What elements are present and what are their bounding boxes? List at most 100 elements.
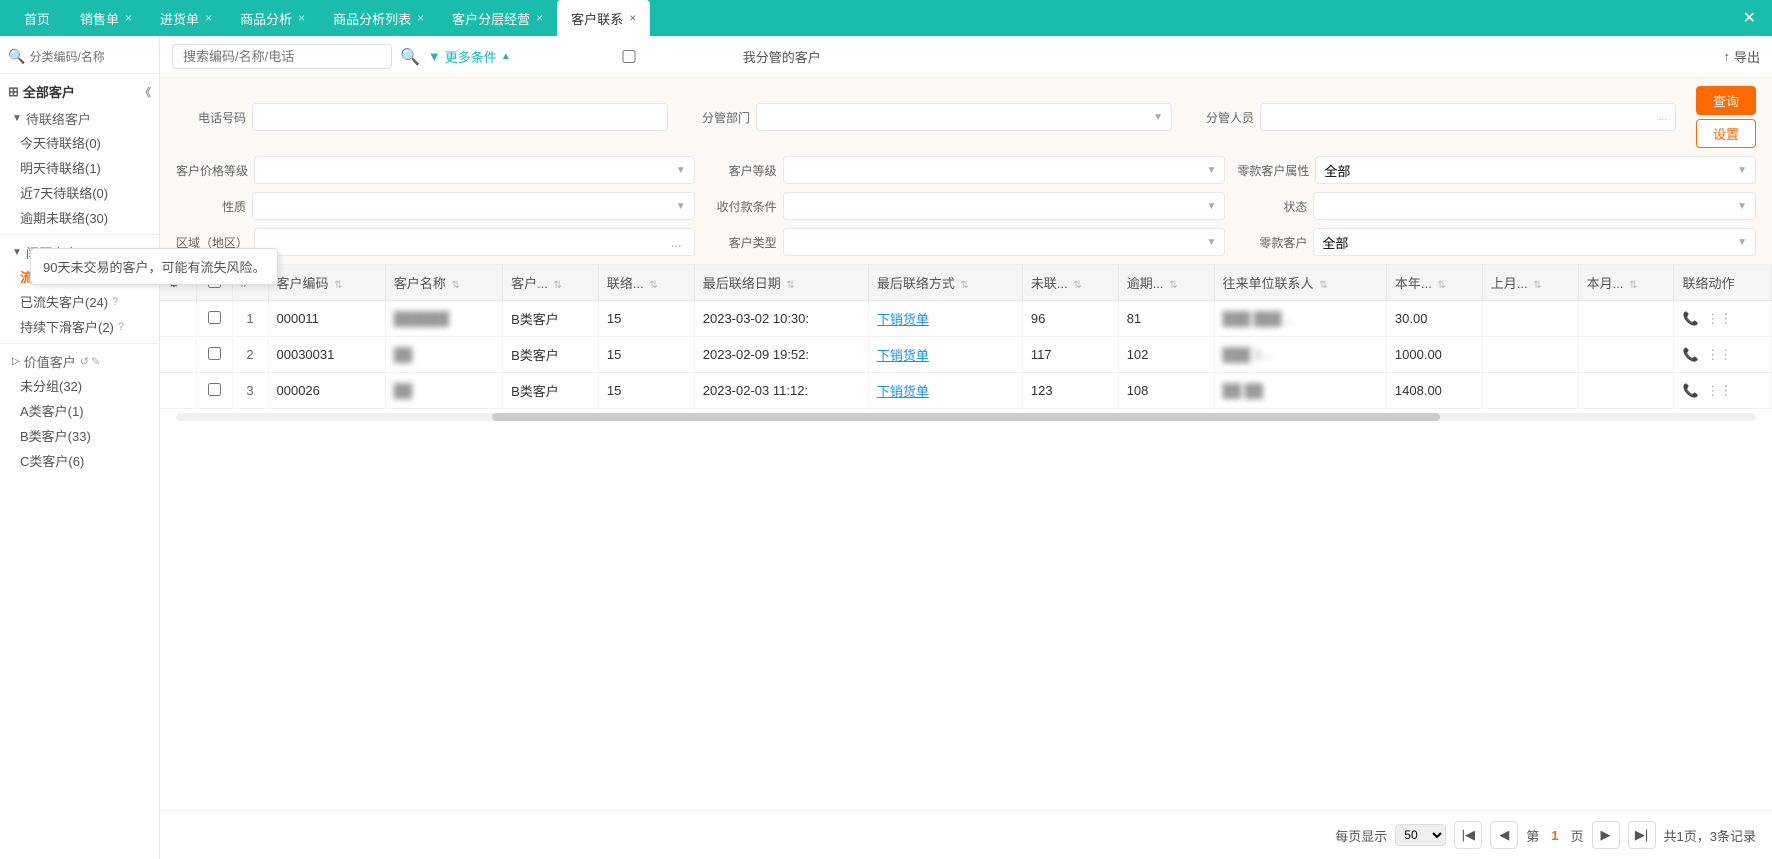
th-name[interactable]: 客户名称 ⇅: [385, 265, 502, 301]
phone-input[interactable]: [252, 103, 668, 131]
sidebar-item-declining[interactable]: 持续下滑客户(2) ?: [0, 314, 159, 339]
all-customers-label: 全部客户: [23, 82, 75, 101]
region-more[interactable]: ...: [667, 235, 686, 250]
sidebar-all-customers[interactable]: ⊞ 全部客户 《: [0, 78, 159, 105]
search-button[interactable]: 🔍: [400, 47, 420, 67]
tab-purchase[interactable]: 进货单 ×: [146, 0, 226, 36]
sidebar-item-7days[interactable]: 近7天待联络(0): [0, 180, 159, 205]
customer-type-select[interactable]: ▼: [783, 228, 1226, 256]
last-page-btn[interactable]: ▶|: [1628, 821, 1656, 849]
td-checkbox-1[interactable]: [196, 337, 232, 373]
tab-home[interactable]: 首页: [8, 0, 66, 36]
zero-customer-select[interactable]: 全部 ▼: [1313, 228, 1756, 256]
sidebar-item-today[interactable]: 今天待联络(0): [0, 130, 159, 155]
th-code[interactable]: 客户编码 ⇅: [268, 265, 385, 301]
tab-customer-tier-close[interactable]: ×: [536, 11, 543, 25]
th-last-date[interactable]: 最后联络日期 ⇅: [694, 265, 868, 301]
payment-select[interactable]: ▼: [783, 192, 1226, 220]
search-input[interactable]: [172, 44, 392, 69]
customer-table: ⚙ # 客户编码 ⇅ 客户名称 ⇅: [160, 265, 1772, 409]
dept-select[interactable]: ▼: [756, 103, 1172, 131]
scrollbar-thumb[interactable]: [492, 413, 1440, 421]
row-checkbox-0[interactable]: [208, 311, 221, 324]
status-select[interactable]: ▼: [1313, 192, 1756, 220]
sidebar-item-tomorrow[interactable]: 明天待联络(1): [0, 155, 159, 180]
th-unit-contact[interactable]: 往来单位联系人 ⇅: [1214, 265, 1386, 301]
action-phone-icon-1[interactable]: 📞: [1682, 347, 1698, 362]
tab-analysis-close[interactable]: ×: [298, 11, 305, 25]
gender-select[interactable]: ▼: [252, 192, 695, 220]
price-grade-select[interactable]: ▼: [254, 156, 695, 184]
td-checkbox-0[interactable]: [196, 301, 232, 337]
td-action-2[interactable]: 📞 ⋮⋮: [1674, 373, 1772, 409]
td-contact-0: 15: [598, 301, 694, 337]
tab-sales[interactable]: 销售单 ×: [66, 0, 146, 36]
action-more-icon-2[interactable]: ⋮⋮: [1706, 383, 1732, 398]
th-overdue[interactable]: 逾期... ⇅: [1118, 265, 1214, 301]
sidebar-item-class-a[interactable]: A类客户(1): [0, 398, 159, 423]
window-close-button[interactable]: ✕: [1735, 8, 1764, 28]
sidebar-item-overdue[interactable]: 逾期未联络(30): [0, 205, 159, 230]
action-phone-icon-0[interactable]: 📞: [1682, 311, 1698, 326]
sidebar-section-value[interactable]: ▷ 价值客户 ↺ ✎: [0, 348, 159, 373]
prev-page-btn[interactable]: ◀: [1490, 821, 1518, 849]
query-button[interactable]: 查询: [1696, 86, 1756, 115]
refresh-icon[interactable]: ↺: [80, 355, 89, 368]
filter-field-dept: 分管部门 ▼: [680, 103, 1172, 131]
th-last-month[interactable]: 上月... ⇅: [1482, 265, 1578, 301]
action-more-icon-1[interactable]: ⋮⋮: [1706, 347, 1732, 362]
table-row: 1 000011 ██████ B类客户 15 2023-03-02 10:30…: [160, 301, 1772, 337]
next-page-btn[interactable]: ▶: [1592, 821, 1620, 849]
more-conditions-button[interactable]: ▼ 更多条件 ▲: [428, 47, 511, 66]
td-last-method-2[interactable]: 下销货单: [868, 373, 1022, 409]
td-last-method-1[interactable]: 下销货单: [868, 337, 1022, 373]
tab-customer-tier[interactable]: 客户分层经营 ×: [438, 0, 557, 36]
th-contact[interactable]: 联络... ⇅: [598, 265, 694, 301]
tab-analysis[interactable]: 商品分析 ×: [226, 0, 319, 36]
row-checkbox-2[interactable]: [208, 383, 221, 396]
horizontal-scrollbar[interactable]: [176, 413, 1756, 421]
sidebar-item-ungroup[interactable]: 未分组(32): [0, 373, 159, 398]
tab-customer-contact-close[interactable]: ×: [629, 11, 636, 25]
tab-customer-contact[interactable]: 客户联系 ×: [557, 0, 650, 36]
first-page-btn[interactable]: |◀: [1454, 821, 1482, 849]
settings-button[interactable]: 设置: [1696, 119, 1756, 148]
td-action-1[interactable]: 📞 ⋮⋮: [1674, 337, 1772, 373]
sidebar-item-class-b[interactable]: B类客户(33): [0, 423, 159, 448]
my-customer-checkbox[interactable]: 我分管的客户: [519, 47, 821, 66]
my-customer-check[interactable]: [519, 50, 739, 63]
tab-analysis-list-close[interactable]: ×: [417, 11, 424, 25]
th-this-month[interactable]: 本月... ⇅: [1578, 265, 1674, 301]
manager-select[interactable]: ...: [1260, 103, 1676, 131]
action-phone-icon-2[interactable]: 📞: [1682, 383, 1698, 398]
filter-field-zero-attr: 零款客户属性 全部 ▼: [1237, 156, 1756, 184]
sidebar-item-class-c[interactable]: C类客户(6): [0, 448, 159, 473]
th-no-contact[interactable]: 未联... ⇅: [1022, 265, 1118, 301]
export-button[interactable]: ↑ 导出: [1723, 47, 1760, 66]
sidebar-item-already-lost[interactable]: 已流失客户(24) ?: [0, 289, 159, 314]
tab-analysis-list[interactable]: 商品分析列表 ×: [319, 0, 438, 36]
grade-select[interactable]: ▼: [783, 156, 1226, 184]
per-page-select[interactable]: 50 100 200: [1395, 824, 1446, 846]
sidebar-section-pending[interactable]: ▼ 待联络客户: [0, 105, 159, 130]
edit-icon[interactable]: ✎: [91, 355, 100, 368]
td-last-method-0[interactable]: 下销货单: [868, 301, 1022, 337]
tab-sales-close[interactable]: ×: [125, 11, 132, 25]
sidebar-search-input[interactable]: [29, 50, 151, 64]
th-last-method[interactable]: 最后联络方式 ⇅: [868, 265, 1022, 301]
pagination-bar: 每页显示 50 100 200 |◀ ◀ 第 1 页 ▶ ▶| 共1页，3条记录: [160, 810, 1772, 859]
td-gear-0: [160, 301, 196, 337]
th-this-year[interactable]: 本年... ⇅: [1386, 265, 1482, 301]
td-checkbox-2[interactable]: [196, 373, 232, 409]
grid-icon: ⊞: [8, 84, 19, 100]
tab-purchase-close[interactable]: ×: [205, 11, 212, 25]
question-icon: ?: [112, 296, 118, 308]
th-type[interactable]: 客户... ⇅: [503, 265, 599, 301]
action-more-icon-0[interactable]: ⋮⋮: [1706, 311, 1732, 326]
tab-customer-tier-label: 客户分层经营: [452, 9, 530, 28]
region-select[interactable]: ...: [254, 228, 695, 256]
row-checkbox-1[interactable]: [208, 347, 221, 360]
grade-label: 客户等级: [707, 162, 777, 179]
zero-attr-select[interactable]: 全部 ▼: [1315, 156, 1756, 184]
td-action-0[interactable]: 📞 ⋮⋮: [1674, 301, 1772, 337]
